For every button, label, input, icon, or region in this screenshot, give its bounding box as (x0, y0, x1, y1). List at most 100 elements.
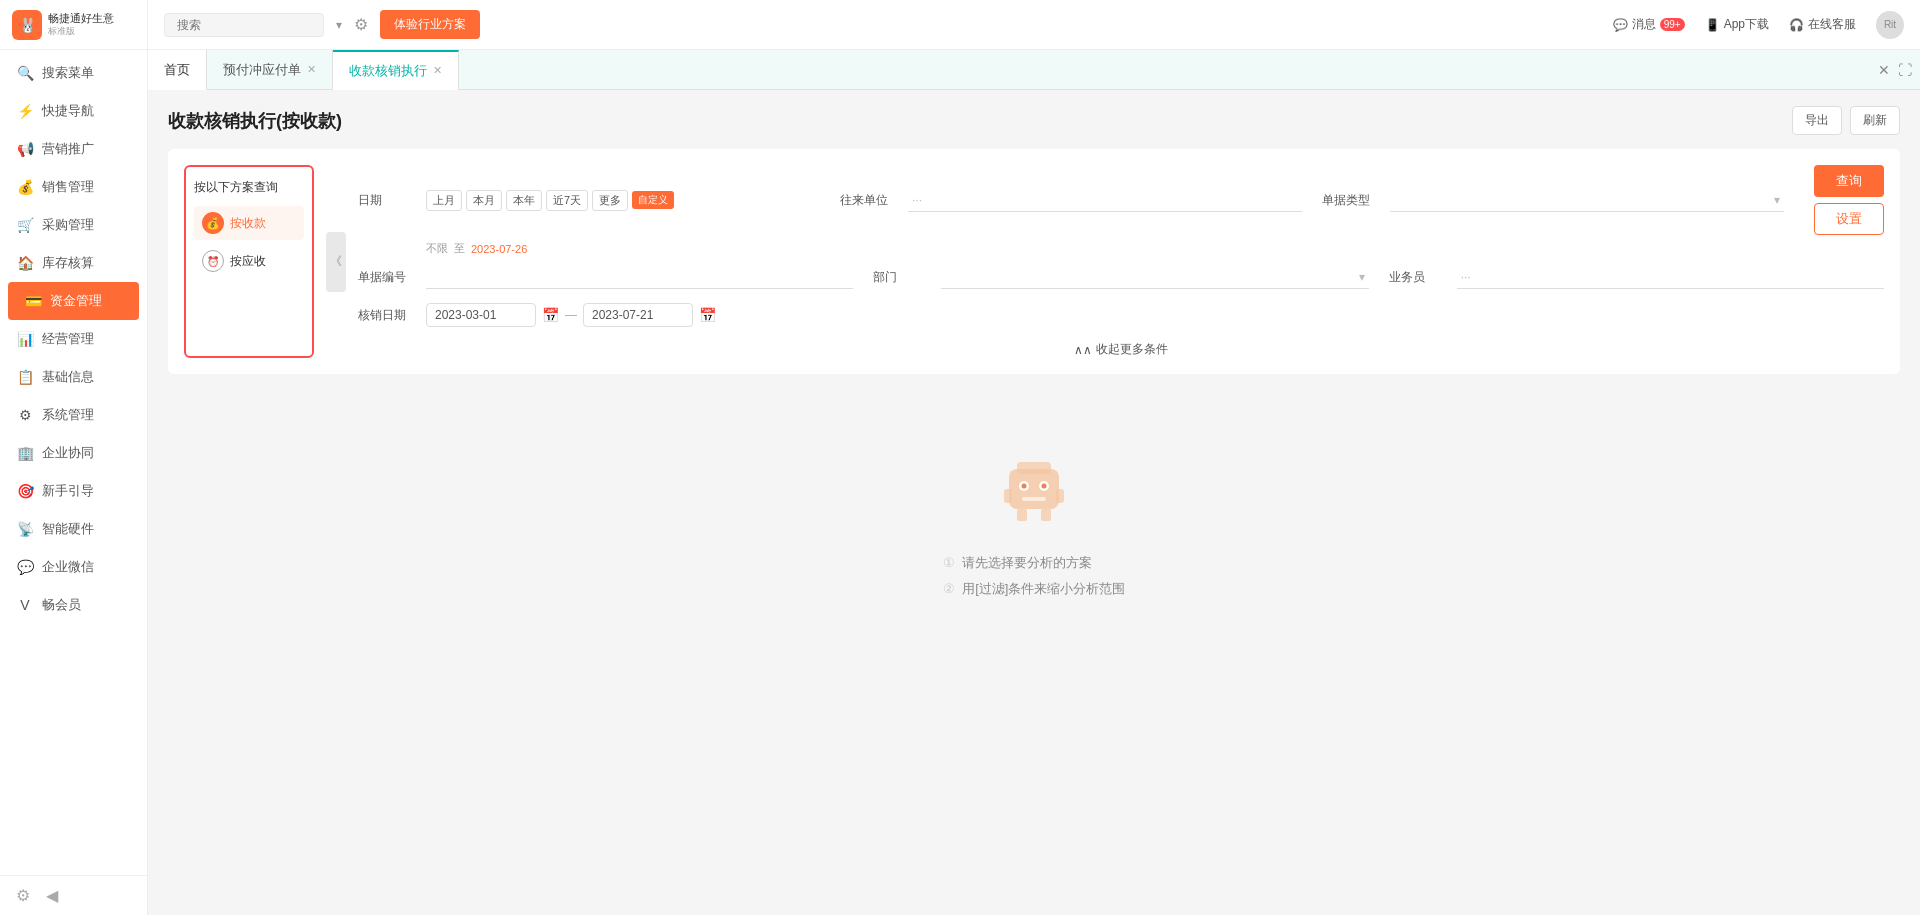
marketing-nav-icon: 📢 (16, 140, 34, 158)
verify-date-start-input[interactable] (426, 303, 536, 327)
filter-row-3: 核销日期 📅 — 📅 (358, 303, 1884, 327)
date-btn-last-month[interactable]: 上月 (426, 190, 462, 211)
sales-nav-icon: 💰 (16, 178, 34, 196)
page-header: 收款核销执行(按收款) 导出 刷新 (168, 106, 1900, 135)
sidebar-nav: 🔍 搜索菜单 ⚡ 快捷导航 📢 营销推广 💰 销售管理 🛒 采购管理 🏠 库存核… (0, 50, 147, 875)
settings-footer-icon[interactable]: ⚙ (16, 886, 30, 905)
sidebar-item-inventory[interactable]: 🏠 库存核算 (0, 244, 147, 282)
partner-value: ··· (912, 193, 922, 207)
partner-select[interactable]: ··· (908, 189, 1302, 212)
staff-field: 业务员 ··· (1389, 266, 1884, 289)
service-icon: 🎧 (1789, 18, 1804, 32)
topbar-search-input[interactable] (164, 13, 324, 37)
date-to-label: 至 (454, 241, 465, 256)
inventory-nav-icon: 🏠 (16, 254, 34, 272)
system-nav-icon: ⚙ (16, 406, 34, 424)
doc-type-field: 单据类型 ▾ (1322, 189, 1784, 212)
logo-icon: 🐰 (12, 10, 42, 40)
sidebar-item-operation[interactable]: 📊 经营管理 (0, 320, 147, 358)
staff-select[interactable]: ··· (1457, 266, 1884, 289)
partner-label: 往来单位 (840, 192, 900, 209)
sidebar-item-label-operation: 经营管理 (42, 330, 94, 348)
sidebar-item-quick[interactable]: ⚡ 快捷导航 (0, 92, 147, 130)
purchase-nav-icon: 🛒 (16, 216, 34, 234)
filter-panel: 按以下方案查询 💰 按收款 ⏰ 按应收 《 日期 (168, 149, 1900, 374)
finance-nav-icon: 💳 (24, 292, 42, 310)
sidebar-item-label-system: 系统管理 (42, 406, 94, 424)
topbar-chevron-icon[interactable]: ▾ (336, 18, 342, 32)
sidebar-item-newbie[interactable]: 🎯 新手引导 (0, 472, 147, 510)
collapse-more-icon: ∧∧ (1074, 343, 1092, 357)
filter-option-receivable-label: 按应收 (230, 253, 266, 270)
doc-type-label: 单据类型 (1322, 192, 1382, 209)
sidebar-item-sales[interactable]: 💰 销售管理 (0, 168, 147, 206)
svg-rect-8 (1056, 489, 1064, 503)
sidebar-item-marketing[interactable]: 📢 营销推广 (0, 130, 147, 168)
sidebar-item-label-member: 畅会员 (42, 596, 81, 614)
filter-row-2: 单据编号 部门 ▾ 业务员 ··· (358, 266, 1884, 289)
sidebar-item-purchase[interactable]: 🛒 采购管理 (0, 206, 147, 244)
message-item[interactable]: 💬 消息 99+ (1613, 16, 1685, 33)
verify-date-end-input[interactable] (583, 303, 693, 327)
sidebar: 🐰 畅捷通好生意 标准版 🔍 搜索菜单 ⚡ 快捷导航 📢 营销推广 💰 销售管理… (0, 0, 148, 915)
doc-no-input[interactable] (426, 266, 853, 289)
dept-select[interactable]: ▾ (941, 266, 1368, 289)
sidebar-item-enterprise[interactable]: 🏢 企业协同 (0, 434, 147, 472)
sidebar-item-search[interactable]: 🔍 搜索菜单 (0, 54, 147, 92)
sidebar-item-hardware[interactable]: 📡 智能硬件 (0, 510, 147, 548)
doc-type-select[interactable]: ▾ (1390, 189, 1784, 212)
staff-value: ··· (1461, 270, 1471, 284)
sidebar-item-system[interactable]: ⚙ 系统管理 (0, 396, 147, 434)
quick-nav-icon: ⚡ (16, 102, 34, 120)
date-custom-badge[interactable]: 自定义 (632, 191, 674, 209)
tab-expand-icon[interactable]: ⛶ (1898, 62, 1912, 78)
collapse-more-button[interactable]: ∧∧ 收起更多条件 (358, 341, 1884, 358)
dept-dropdown-icon[interactable]: ▾ (1359, 270, 1365, 284)
settings-button[interactable]: 设置 (1814, 203, 1884, 235)
sidebar-item-finance[interactable]: 💳 资金管理 (8, 282, 139, 320)
tabbar-actions: ✕ ⛶ (1878, 62, 1920, 78)
date-btn-this-year[interactable]: 本年 (506, 190, 542, 211)
tab-home-label: 首页 (164, 61, 190, 79)
customer-service-item[interactable]: 🎧 在线客服 (1789, 16, 1856, 33)
svg-rect-7 (1004, 489, 1012, 503)
sidebar-item-label-quick: 快捷导航 (42, 102, 94, 120)
filter-option-by-receipt[interactable]: 💰 按收款 (194, 206, 304, 240)
main-area: ▾ ⚙ 体验行业方案 💬 消息 99+ 📱 App下载 🎧 在线客服 Rit (148, 0, 1920, 915)
refresh-button[interactable]: 刷新 (1850, 106, 1900, 135)
app-download-item[interactable]: 📱 App下载 (1705, 16, 1769, 33)
sidebar-item-basic[interactable]: 📋 基础信息 (0, 358, 147, 396)
filter-collapse-button[interactable]: 《 (326, 232, 346, 292)
user-avatar: Rit (1876, 11, 1904, 39)
tab-home[interactable]: 首页 (148, 50, 207, 90)
empty-tip-1: ① 请先选择要分析的方案 (943, 550, 1126, 576)
date-btn-7days[interactable]: 近7天 (546, 190, 588, 211)
empty-illustration (984, 434, 1084, 534)
tab-collection-close-icon[interactable]: ✕ (433, 64, 442, 77)
tab-prepay-close-icon[interactable]: ✕ (307, 63, 316, 76)
filter-option-by-receivable[interactable]: ⏰ 按应收 (194, 244, 304, 278)
newbie-nav-icon: 🎯 (16, 482, 34, 500)
page-actions: 导出 刷新 (1792, 106, 1900, 135)
filter-row-1: 日期 上月 本月 本年 近7天 更多 自定义 往来单位 · (358, 165, 1884, 235)
sidebar-item-member[interactable]: V 畅会员 (0, 586, 147, 624)
collapse-sidebar-icon[interactable]: ◀ (46, 886, 58, 905)
tab-prepay[interactable]: 预付冲应付单 ✕ (207, 50, 333, 90)
sidebar-item-label-search: 搜索菜单 (42, 64, 94, 82)
tab-close-all-icon[interactable]: ✕ (1878, 62, 1890, 78)
user-item[interactable]: Rit (1876, 11, 1904, 39)
verify-date-end-calendar-icon[interactable]: 📅 (699, 307, 716, 323)
member-nav-icon: V (16, 596, 34, 614)
industry-solution-button[interactable]: 体验行业方案 (380, 10, 480, 39)
date-btn-more[interactable]: 更多 (592, 190, 628, 211)
topbar-gear-icon[interactable]: ⚙ (354, 15, 368, 34)
query-button[interactable]: 查询 (1814, 165, 1884, 197)
verify-date-start-calendar-icon[interactable]: 📅 (542, 307, 559, 323)
sidebar-item-wechat[interactable]: 💬 企业微信 (0, 548, 147, 586)
enterprise-nav-icon: 🏢 (16, 444, 34, 462)
export-button[interactable]: 导出 (1792, 106, 1842, 135)
date-value: 2023-07-26 (471, 243, 527, 255)
date-btn-this-month[interactable]: 本月 (466, 190, 502, 211)
doc-type-dropdown-icon[interactable]: ▾ (1774, 193, 1780, 207)
tab-collection[interactable]: 收款核销执行 ✕ (333, 50, 459, 90)
